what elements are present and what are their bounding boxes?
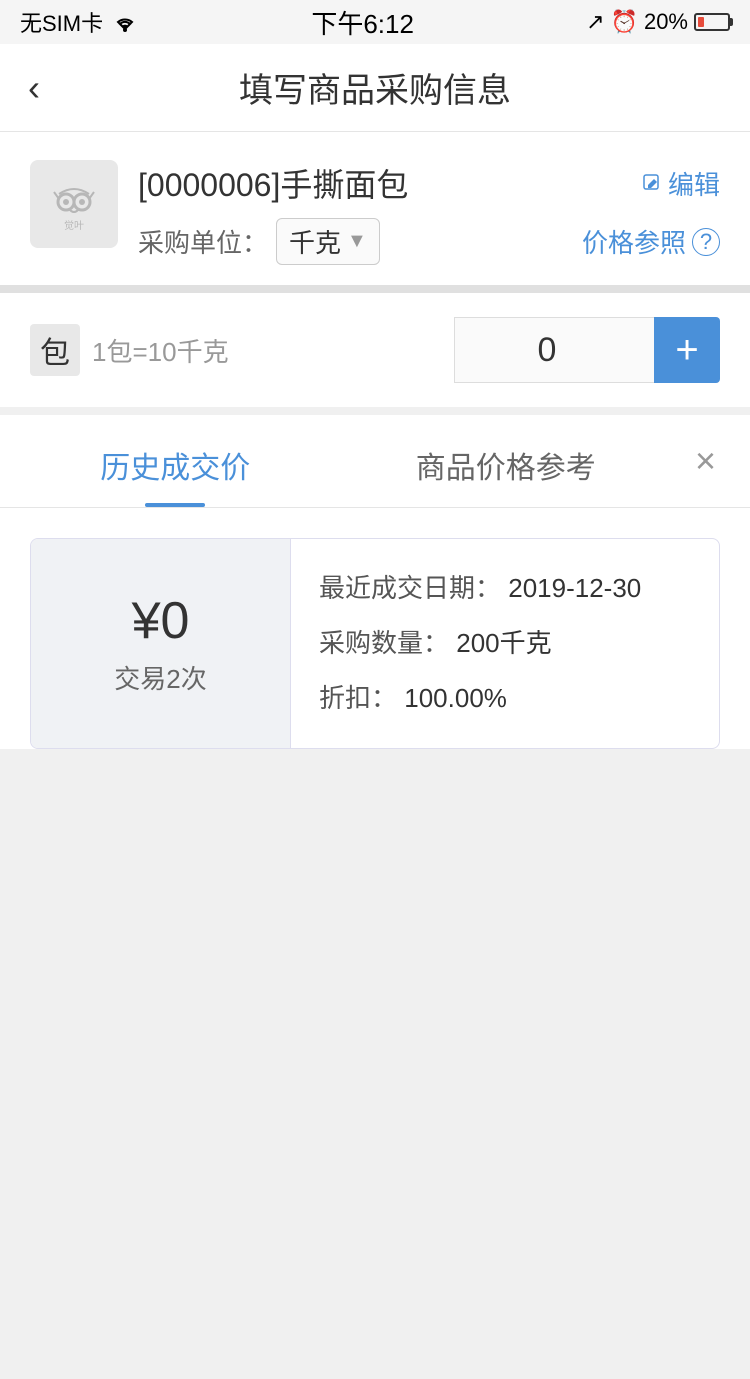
status-right: ↗ ⏰ 20% — [586, 9, 730, 35]
pack-label: 包 — [30, 324, 80, 376]
location-icon: ↗ — [586, 9, 604, 35]
unit-dropdown[interactable]: 千克 ▼ — [276, 218, 380, 265]
history-details-right: 最近成交日期： 2019-12-30 采购数量： 200千克 折扣： 100.0… — [291, 539, 719, 748]
close-icon: × — [695, 440, 716, 482]
back-button[interactable]: ‹ — [28, 67, 40, 109]
product-unit-row: 采购单位： 千克 ▼ 价格参照 ? — [138, 218, 720, 265]
product-header: 觉叶 [0000006]手撕面包 编辑 采购单位： 千克 — [30, 160, 720, 265]
price-ref-label: 价格参照 — [582, 223, 686, 260]
nav-bar: ‹ 填写商品采购信息 — [0, 44, 750, 132]
unit-value: 千克 — [289, 223, 341, 260]
help-icon: ? — [692, 228, 720, 256]
unit-selector: 采购单位： 千克 ▼ — [138, 218, 380, 265]
status-time: 下午6:12 — [311, 4, 414, 41]
product-name-row: [0000006]手撕面包 编辑 — [138, 160, 720, 206]
no-sim-label: 无SIM卡 — [20, 6, 103, 38]
date-label: 最近成交日期： — [319, 573, 501, 603]
battery-icon — [694, 13, 730, 31]
quantity-plus-button[interactable]: + — [654, 317, 720, 383]
unit-pack-info: 包 1包=10千克 — [30, 324, 229, 376]
bottom-panel: 历史成交价 商品价格参考 × ¥0 交易2次 最近成交日期： 2019-12-3… — [0, 415, 750, 749]
discount-value: 100.00% — [404, 683, 507, 713]
main-background — [0, 779, 750, 1379]
tab-history-price[interactable]: 历史成交价 — [10, 415, 340, 507]
history-price-value: ¥0 — [132, 591, 190, 651]
close-button[interactable]: × — [671, 420, 740, 502]
unit-label: 采购单位： — [138, 223, 268, 260]
history-price-left: ¥0 交易2次 — [31, 539, 291, 748]
date-value: 2019-12-30 — [508, 573, 641, 603]
battery-fill — [698, 17, 704, 27]
history-card: ¥0 交易2次 最近成交日期： 2019-12-30 采购数量： 200千克 折… — [30, 538, 720, 749]
product-logo-icon: 觉叶 — [44, 174, 104, 234]
quantity-control: + — [454, 317, 720, 383]
qty-label: 采购数量： — [319, 628, 449, 658]
edit-icon — [641, 172, 663, 194]
status-bar: 无SIM卡 下午6:12 ↗ ⏰ 20% — [0, 0, 750, 44]
page-title: 填写商品采购信息 — [239, 63, 511, 112]
chevron-down-icon: ▼ — [347, 230, 367, 253]
status-left: 无SIM卡 — [20, 6, 139, 38]
product-thumbnail: 觉叶 — [30, 160, 118, 248]
battery-pct: 20% — [644, 9, 688, 35]
pack-equiv: 1包=10千克 — [92, 332, 229, 369]
svg-text:觉叶: 觉叶 — [64, 220, 84, 232]
quantity-input[interactable] — [454, 317, 654, 383]
price-ref-button[interactable]: 价格参照 ? — [582, 223, 720, 260]
history-discount-row: 折扣： 100.00% — [319, 679, 691, 718]
qty-value: 200千克 — [456, 628, 551, 658]
plus-icon: + — [675, 328, 698, 373]
tabs-row: 历史成交价 商品价格参考 × — [0, 415, 750, 508]
product-name: [0000006]手撕面包 — [138, 160, 408, 206]
quantity-row: 包 1包=10千克 + — [0, 293, 750, 407]
alarm-icon: ⏰ — [611, 9, 638, 35]
wifi-icon — [111, 11, 139, 33]
history-qty-row: 采购数量： 200千克 — [319, 624, 691, 663]
section-divider — [0, 285, 750, 293]
product-info: [0000006]手撕面包 编辑 采购单位： 千克 ▼ — [138, 160, 720, 265]
history-date-row: 最近成交日期： 2019-12-30 — [319, 569, 691, 608]
tab-price-ref[interactable]: 商品价格参考 — [340, 415, 670, 507]
product-card: 觉叶 [0000006]手撕面包 编辑 采购单位： 千克 — [0, 132, 750, 285]
edit-button[interactable]: 编辑 — [641, 165, 720, 202]
discount-label: 折扣： — [319, 683, 397, 713]
history-trades: 交易2次 — [114, 659, 206, 696]
